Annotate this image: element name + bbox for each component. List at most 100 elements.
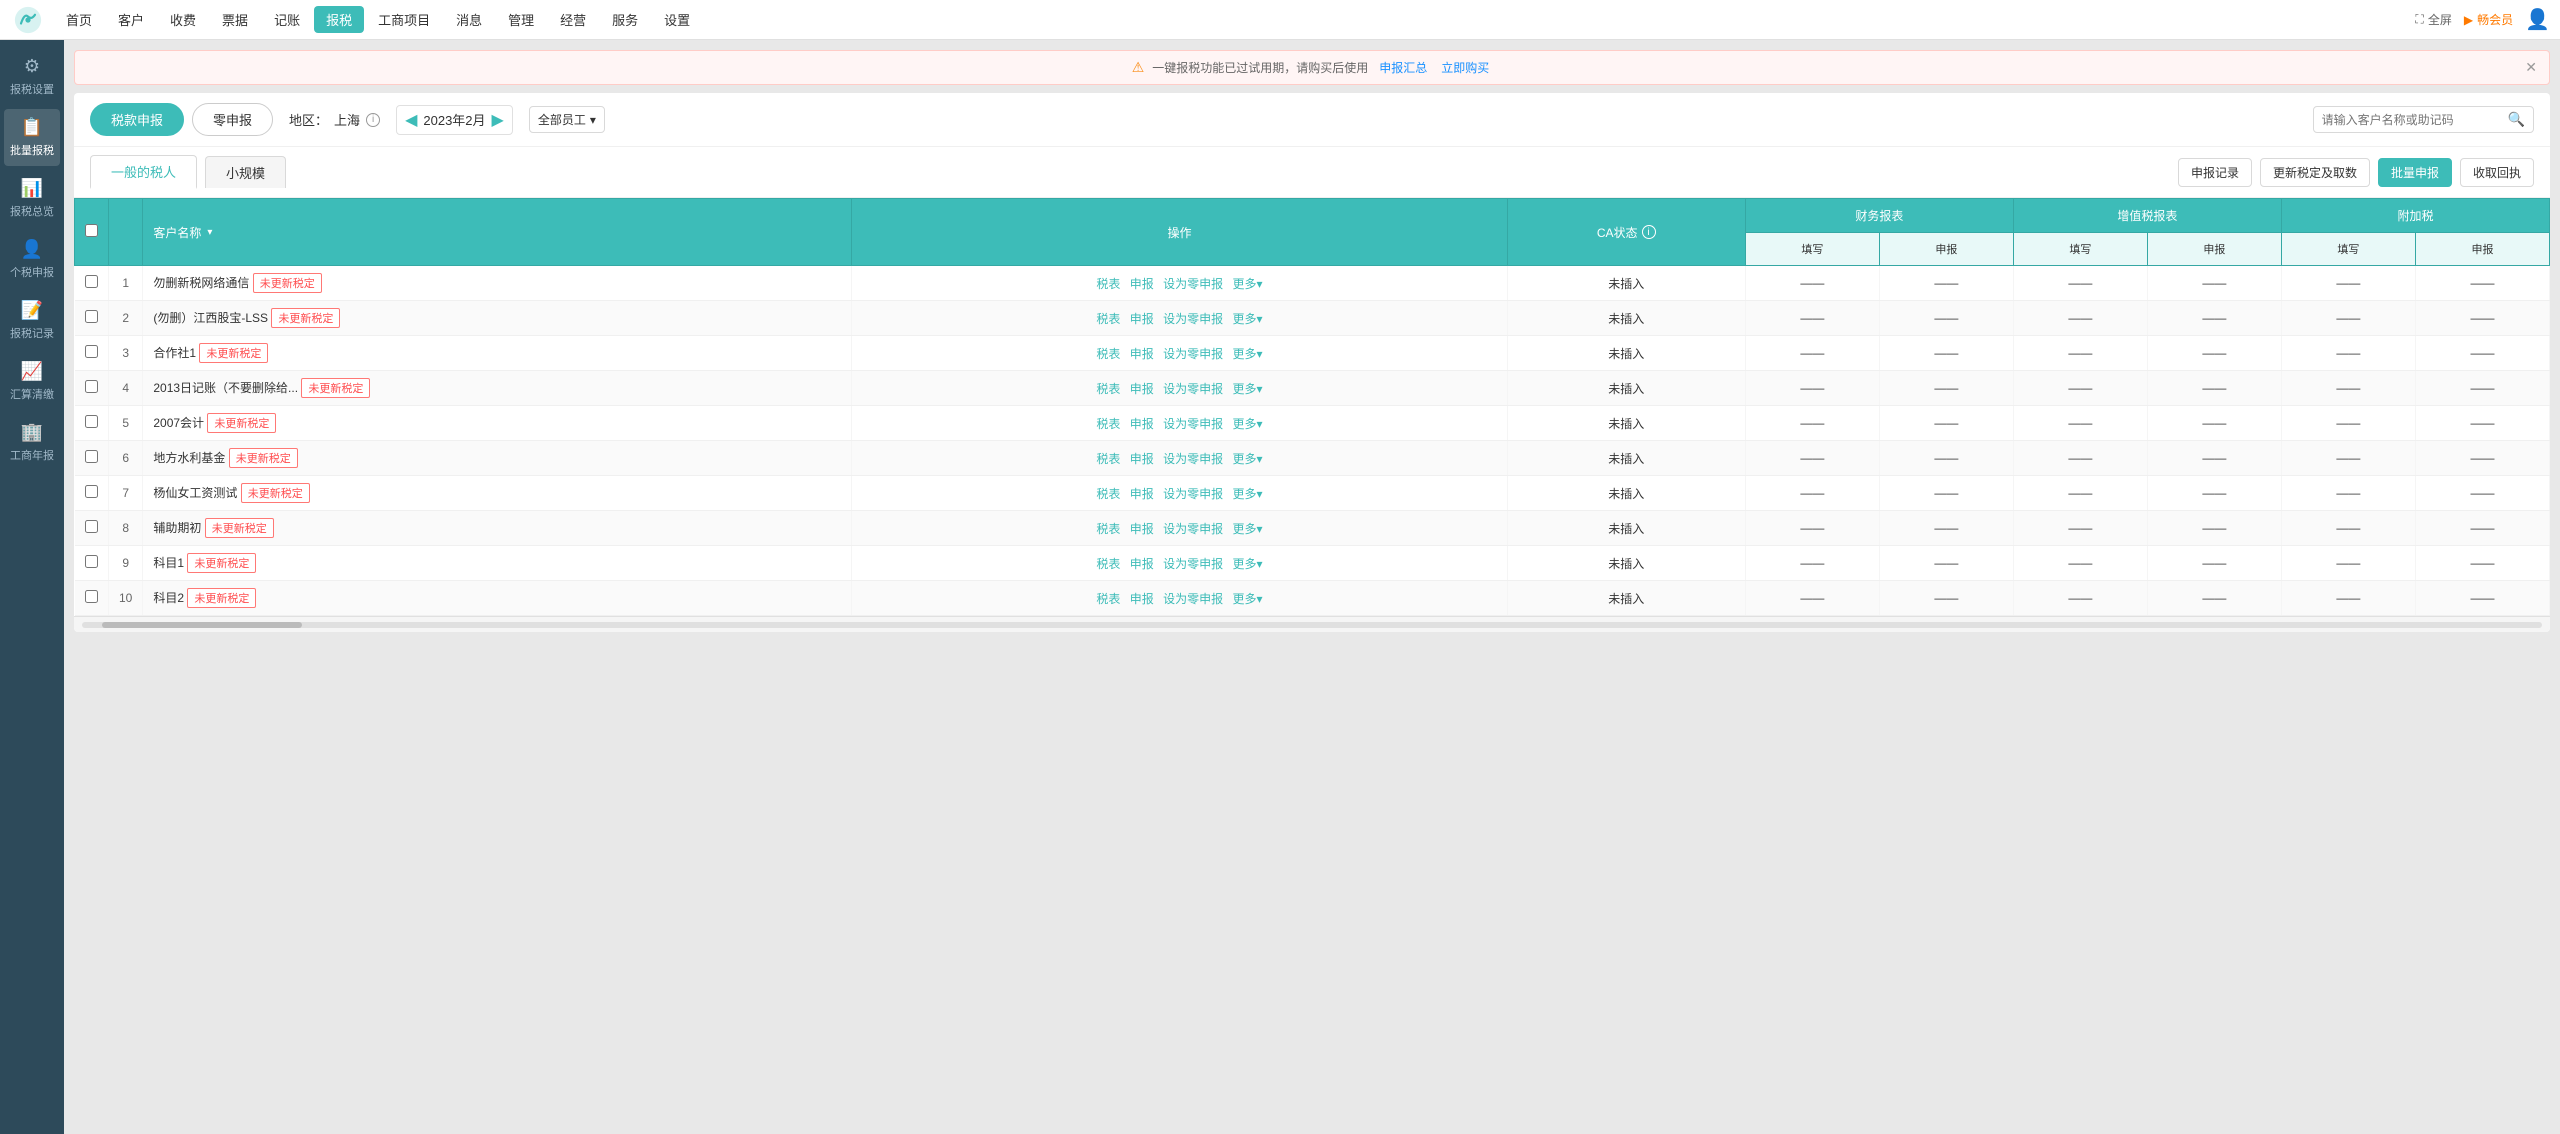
nav-item-service[interactable]: 服务: [600, 6, 650, 33]
sidebar-item-settlement[interactable]: 📈 汇算清缴: [4, 353, 60, 410]
employee-selector[interactable]: 全部员工 ▾: [529, 106, 605, 133]
sidebar-item-tax-record[interactable]: 📝 报税记录: [4, 292, 60, 349]
action-more[interactable]: 更多▾: [1232, 452, 1262, 466]
nav-item-accounting[interactable]: 记账: [262, 6, 312, 33]
action-declare[interactable]: 申报: [1130, 277, 1154, 291]
action-tax-form[interactable]: 税表: [1096, 312, 1120, 326]
action-zero-declare[interactable]: 设为零申报: [1163, 382, 1223, 396]
action-more[interactable]: 更多▾: [1232, 312, 1262, 326]
sidebar-item-tax-settings[interactable]: ⚙ 报税设置: [4, 48, 60, 105]
nav-item-client[interactable]: 客户: [106, 6, 156, 33]
tab-tax-declare[interactable]: 税款申报: [90, 103, 184, 136]
region-info-icon[interactable]: i: [366, 113, 380, 127]
action-declare[interactable]: 申报: [1130, 592, 1154, 606]
row-checkbox-8[interactable]: [85, 555, 98, 568]
action-zero-declare[interactable]: 设为零申报: [1163, 557, 1223, 571]
sidebar-item-batch-tax[interactable]: 📋 批量报税: [4, 109, 60, 166]
sidebar-item-personal-tax[interactable]: 👤 个税申报: [4, 231, 60, 288]
action-declare[interactable]: 申报: [1130, 417, 1154, 431]
action-more[interactable]: 更多▾: [1232, 592, 1262, 606]
scroll-track[interactable]: [82, 622, 2542, 628]
date-next-button[interactable]: ▶: [492, 110, 504, 130]
sort-icon[interactable]: ▾: [207, 227, 212, 238]
action-tax-form[interactable]: 税表: [1096, 347, 1120, 361]
action-more[interactable]: 更多▾: [1232, 277, 1262, 291]
notice-close-button[interactable]: ✕: [2525, 59, 2537, 76]
sidebar-item-annual-report[interactable]: 🏢 工商年报: [4, 414, 60, 471]
nav-item-message[interactable]: 消息: [444, 6, 494, 33]
select-all-checkbox[interactable]: [85, 224, 98, 237]
nav-item-fee[interactable]: 收费: [158, 6, 208, 33]
action-zero-declare[interactable]: 设为零申报: [1163, 347, 1223, 361]
row-f2: ——: [1879, 371, 2013, 406]
fullscreen-button[interactable]: ⛶ 全屏: [2415, 11, 2451, 28]
nav-item-home[interactable]: 首页: [54, 6, 104, 33]
retrieve-return-button[interactable]: 收取回执: [2460, 158, 2534, 187]
action-zero-declare[interactable]: 设为零申报: [1163, 312, 1223, 326]
row-f3: ——: [2013, 371, 2147, 406]
action-zero-declare[interactable]: 设为零申报: [1163, 592, 1223, 606]
declare-record-button[interactable]: 申报记录: [2178, 158, 2252, 187]
sidebar-item-tax-overview[interactable]: 📊 报税总览: [4, 170, 60, 227]
row-checkbox-3[interactable]: [85, 380, 98, 393]
row-client-name: (勿删）江西股宝-LSS 未更新税定: [143, 301, 852, 336]
action-zero-declare[interactable]: 设为零申报: [1163, 522, 1223, 536]
action-declare[interactable]: 申报: [1130, 522, 1154, 536]
date-prev-button[interactable]: ◀: [405, 110, 417, 130]
row-checkbox-2[interactable]: [85, 345, 98, 358]
nav-item-invoice[interactable]: 票据: [210, 6, 260, 33]
batch-declare-button[interactable]: 批量申报: [2378, 158, 2452, 187]
action-tax-form[interactable]: 税表: [1096, 487, 1120, 501]
nav-item-business[interactable]: 工商项目: [366, 6, 442, 33]
row-checkbox-7[interactable]: [85, 520, 98, 533]
row-checkbox-4[interactable]: [85, 415, 98, 428]
action-tax-form[interactable]: 税表: [1096, 417, 1120, 431]
bottom-scrollbar[interactable]: [74, 616, 2550, 632]
nav-item-manage[interactable]: 管理: [496, 6, 546, 33]
nav-item-operation[interactable]: 经营: [548, 6, 598, 33]
action-tax-form[interactable]: 税表: [1096, 522, 1120, 536]
search-input[interactable]: [2322, 113, 2502, 127]
ca-info-icon[interactable]: i: [1642, 225, 1656, 239]
action-zero-declare[interactable]: 设为零申报: [1163, 417, 1223, 431]
action-more[interactable]: 更多▾: [1232, 417, 1262, 431]
row-checkbox-5[interactable]: [85, 450, 98, 463]
action-zero-declare[interactable]: 设为零申报: [1163, 277, 1223, 291]
action-declare[interactable]: 申报: [1130, 487, 1154, 501]
action-declare[interactable]: 申报: [1130, 347, 1154, 361]
row-checkbox-1[interactable]: [85, 310, 98, 323]
status-badge: 未更新税定: [199, 343, 268, 363]
action-tax-form[interactable]: 税表: [1096, 277, 1120, 291]
action-zero-declare[interactable]: 设为零申报: [1163, 452, 1223, 466]
action-tax-form[interactable]: 税表: [1096, 592, 1120, 606]
tax-type-small[interactable]: 小规模: [205, 156, 286, 188]
notice-link-buy[interactable]: 立即购买: [1441, 59, 1489, 76]
tab-zero-declare[interactable]: 零申报: [192, 103, 273, 136]
scroll-thumb[interactable]: [102, 622, 302, 628]
row-checkbox-6[interactable]: [85, 485, 98, 498]
nav-item-tax[interactable]: 报税: [314, 6, 364, 33]
row-checkbox-0[interactable]: [85, 275, 98, 288]
action-declare[interactable]: 申报: [1130, 557, 1154, 571]
action-declare[interactable]: 申报: [1130, 452, 1154, 466]
action-declare[interactable]: 申报: [1130, 382, 1154, 396]
notice-link-summary[interactable]: 申报汇总: [1379, 59, 1427, 76]
action-zero-declare[interactable]: 设为零申报: [1163, 487, 1223, 501]
action-more[interactable]: 更多▾: [1232, 347, 1262, 361]
update-take-button[interactable]: 更新税定及取数: [2260, 158, 2370, 187]
th-declare1: 申报: [1879, 233, 2013, 266]
action-tax-form[interactable]: 税表: [1096, 557, 1120, 571]
nav-item-settings[interactable]: 设置: [652, 6, 702, 33]
action-tax-form[interactable]: 税表: [1096, 382, 1120, 396]
upgrade-button[interactable]: ▶ 畅会员: [2464, 11, 2513, 28]
user-avatar[interactable]: 👤: [2525, 7, 2550, 32]
action-more[interactable]: 更多▾: [1232, 382, 1262, 396]
action-more[interactable]: 更多▾: [1232, 522, 1262, 536]
tax-type-general[interactable]: 一般的税人: [90, 155, 197, 189]
row-checkbox-9[interactable]: [85, 590, 98, 603]
action-more[interactable]: 更多▾: [1232, 557, 1262, 571]
action-more[interactable]: 更多▾: [1232, 487, 1262, 501]
action-declare[interactable]: 申报: [1130, 312, 1154, 326]
search-icon[interactable]: 🔍: [2508, 111, 2525, 128]
action-tax-form[interactable]: 税表: [1096, 452, 1120, 466]
